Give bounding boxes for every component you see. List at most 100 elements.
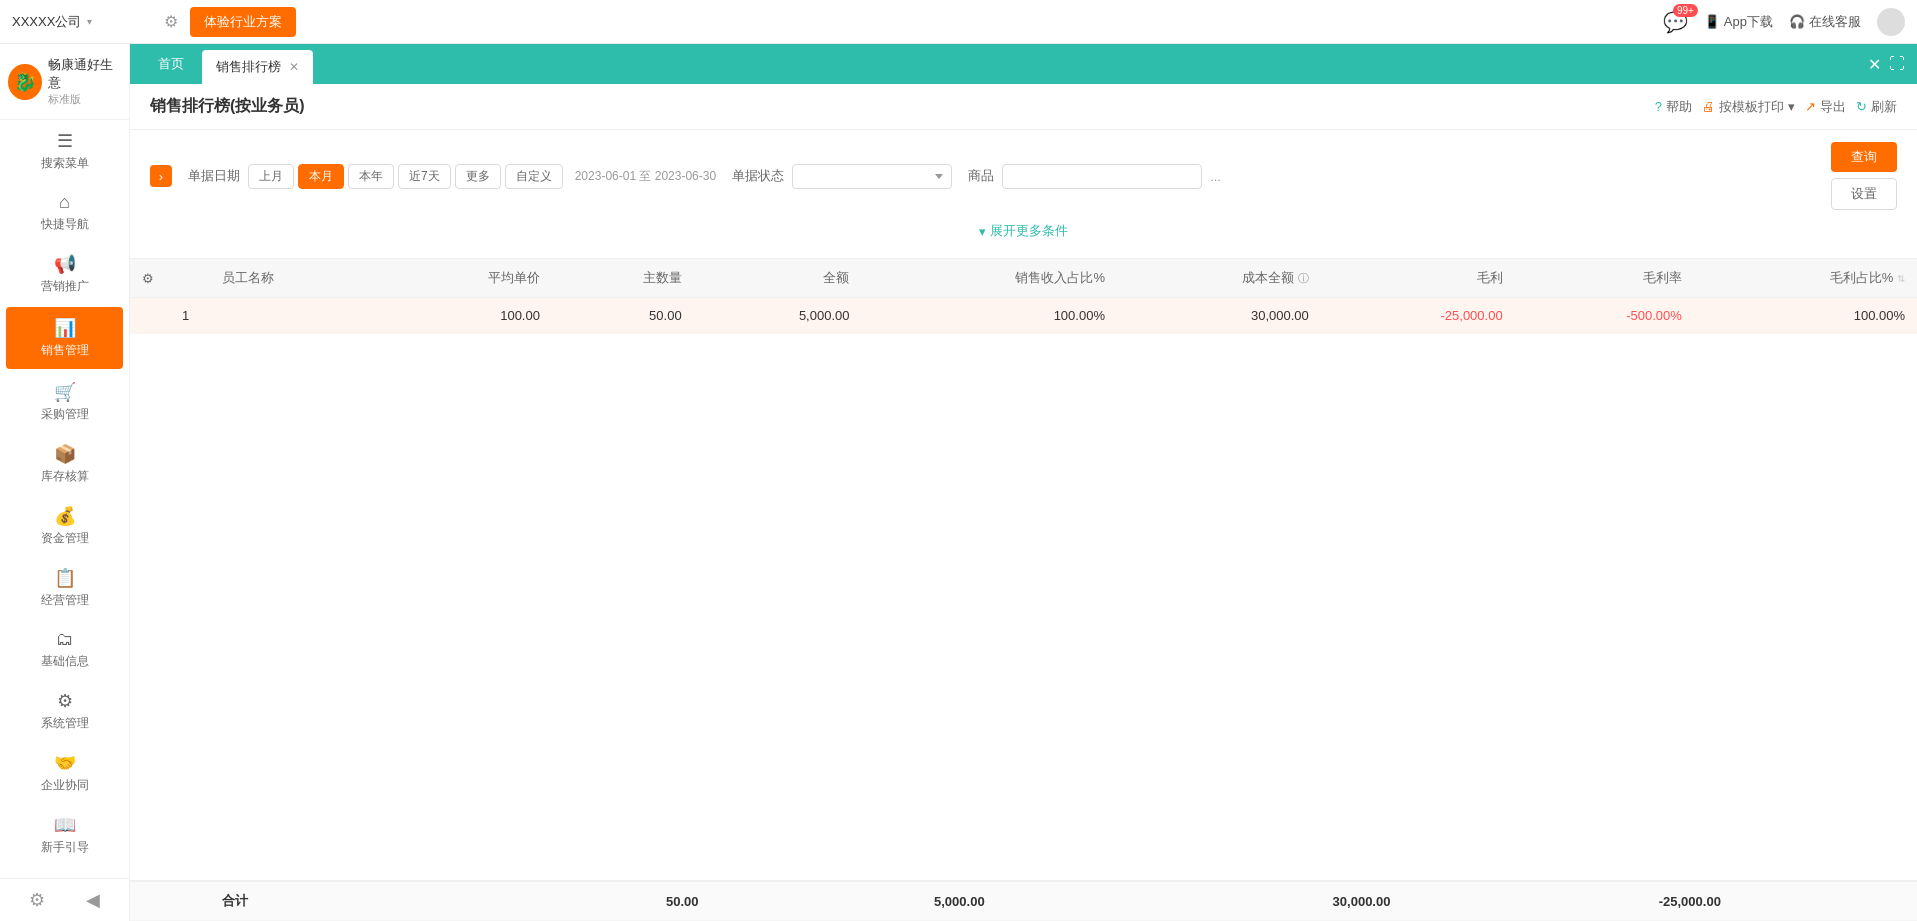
status-label: 单据状态 — [732, 167, 784, 185]
message-icon[interactable]: 💬 99+ — [1663, 10, 1688, 34]
sidebar-item-label: 系统管理 — [41, 715, 89, 732]
home-icon: ⌂ — [59, 192, 70, 213]
status-select[interactable] — [792, 164, 952, 189]
phone-icon: 📱 — [1704, 14, 1720, 29]
sidebar-item-system[interactable]: ⚙ 系统管理 — [0, 680, 129, 742]
close-all-icon[interactable]: ✕ — [1868, 55, 1881, 74]
date-this-year[interactable]: 本年 — [348, 164, 394, 189]
tab-sales-ranking-label: 销售排行榜 — [216, 58, 281, 76]
export-icon: ↗ — [1805, 99, 1816, 114]
trial-button[interactable]: 体验行业方案 — [190, 7, 296, 37]
cell-cost-amount: 30,000.00 — [1117, 298, 1321, 334]
refresh-label: 刷新 — [1871, 98, 1897, 116]
filter-status-item: 单据状态 — [732, 164, 952, 189]
company-selector[interactable]: XXXXX公司 ▾ — [12, 13, 152, 31]
sidebar-item-collab[interactable]: 🤝 企业协同 — [0, 742, 129, 804]
help-button[interactable]: ? 帮助 — [1655, 98, 1692, 116]
sidebar-item-sales[interactable]: 📊 销售管理 — [6, 307, 123, 369]
sidebar-item-purchase[interactable]: 🛒 采购管理 — [0, 371, 129, 433]
sidebar-item-label: 采购管理 — [41, 406, 89, 423]
headset-icon: 🎧 — [1789, 14, 1805, 29]
settings-button[interactable]: 设置 — [1831, 178, 1897, 210]
sidebar-item-label: 企业协同 — [41, 777, 89, 794]
cell-name — [210, 298, 381, 334]
app-download-label: App下载 — [1724, 13, 1773, 31]
expand-down-icon: ▾ — [979, 224, 986, 239]
sidebar-item-label: 资金管理 — [41, 530, 89, 547]
tab-sales-ranking[interactable]: 销售排行榜 ✕ — [202, 50, 313, 84]
date-more[interactable]: 更多 — [455, 164, 501, 189]
table-body: 1 100.00 50.00 5,000.00 100.00% 30,000.0… — [130, 298, 1917, 334]
tab-home[interactable]: 首页 — [142, 44, 200, 84]
query-button[interactable]: 查询 — [1831, 142, 1897, 172]
footer-cell-label: 合计 — [210, 882, 402, 921]
company-name: XXXXX公司 — [12, 13, 81, 31]
cell-rank: 1 — [170, 298, 210, 334]
gear-icon[interactable]: ⚙ — [164, 12, 178, 31]
sidebar-item-appstore[interactable]: 🖥 应用中心 — [0, 866, 129, 878]
goods-input[interactable] — [1002, 164, 1202, 189]
content-area: 首页 销售排行榜 ✕ ✕ ⛶ 销售排行榜(按业务员) ? 帮助 — [130, 44, 1917, 921]
sidebar-item-operations[interactable]: 📋 经营管理 — [0, 557, 129, 619]
cell-profit: -25,000.00 — [1321, 298, 1515, 334]
inventory-icon: 📦 — [54, 443, 76, 465]
expand-more-row: ▾ 展开更多条件 — [150, 210, 1897, 246]
date-range: 2023-06-01 至 2023-06-30 — [575, 168, 716, 185]
export-label: 导出 — [1820, 98, 1846, 116]
col-settings[interactable]: ⚙ — [130, 259, 170, 298]
online-service[interactable]: 🎧 在线客服 — [1789, 13, 1861, 31]
sidebar-item-label: 库存核算 — [41, 468, 89, 485]
sidebar-item-quicknav[interactable]: ⌂ 快捷导航 — [0, 182, 129, 243]
filter-actions: 查询 设置 — [1831, 142, 1897, 210]
help-icon: ? — [1655, 99, 1662, 114]
sidebar-item-label: 营销推广 — [41, 278, 89, 295]
sidebar-nav: ☰ 搜索菜单 ⌂ 快捷导航 📢 营销推广 📊 销售管理 🛒 采购管理 📦 库 — [0, 120, 129, 878]
date-custom[interactable]: 自定义 — [505, 164, 563, 189]
date-label: 单据日期 — [188, 167, 240, 185]
sidebar-item-basics[interactable]: 🗂 基础信息 — [0, 619, 129, 680]
date-7days[interactable]: 近7天 — [398, 164, 451, 189]
col-qty: 主数量 — [552, 259, 694, 298]
cell-amount: 5,000.00 — [694, 298, 862, 334]
cell-profit-rate: -500.00% — [1515, 298, 1694, 334]
sidebar-logo: 🐉 畅康通好生意 标准版 — [0, 44, 129, 120]
app-download[interactable]: 📱 App下载 — [1704, 13, 1773, 31]
footer-row: 合计 50.00 5,000.00 30,000.00 -25,000.00 — [130, 882, 1917, 921]
date-current-month[interactable]: 本月 — [298, 164, 344, 189]
operations-icon: 📋 — [54, 567, 76, 589]
page-content: 销售排行榜(按业务员) ? 帮助 🖨 按模板打印 ▾ ↗ 导出 — [130, 84, 1917, 921]
sidebar-item-inventory[interactable]: 📦 库存核算 — [0, 433, 129, 495]
print-icon: 🖨 — [1702, 99, 1715, 114]
cell-qty: 50.00 — [552, 298, 694, 334]
purchase-icon: 🛒 — [54, 381, 76, 403]
main-layout: 🐉 畅康通好生意 标准版 ☰ 搜索菜单 ⌂ 快捷导航 📢 营销推广 📊 销售管理 — [0, 44, 1917, 921]
sidebar-item-marketing[interactable]: 📢 营销推广 — [0, 243, 129, 305]
profit-pct-sort-icon[interactable]: ⇅ — [1897, 273, 1905, 284]
collapse-icon[interactable]: ◀ — [86, 889, 100, 911]
cell-profit-pct: 100.00% — [1694, 298, 1917, 334]
sidebar-item-guide[interactable]: 📖 新手引导 — [0, 804, 129, 866]
refresh-button[interactable]: ↻ 刷新 — [1856, 98, 1897, 116]
footer-table: 合计 50.00 5,000.00 30,000.00 -25,000.00 — [130, 882, 1917, 921]
date-prev-month[interactable]: 上月 — [248, 164, 294, 189]
logo-line1: 畅康通好生意 — [48, 56, 121, 92]
sidebar-item-finance[interactable]: 💰 资金管理 — [0, 495, 129, 557]
print-button[interactable]: 🖨 按模板打印 ▾ — [1702, 98, 1795, 116]
filter-expand-icon[interactable]: › — [150, 165, 172, 187]
expand-more-button[interactable]: ▾ 展开更多条件 — [979, 216, 1068, 246]
user-avatar[interactable] — [1877, 8, 1905, 36]
expand-more-label: 展开更多条件 — [990, 222, 1068, 240]
print-label: 按模板打印 — [1719, 98, 1784, 116]
settings-footer-icon[interactable]: ⚙ — [29, 889, 45, 911]
cost-info-icon[interactable]: ⓘ — [1298, 272, 1309, 284]
goods-dots[interactable]: ... — [1210, 169, 1221, 184]
date-buttons: 上月 本月 本年 近7天 更多 自定义 — [248, 164, 563, 189]
logo-text: 畅康通好生意 标准版 — [48, 56, 121, 107]
fullscreen-icon[interactable]: ⛶ — [1889, 55, 1905, 74]
footer-cell-profit-pct — [1825, 882, 1917, 921]
sidebar-item-label: 基础信息 — [41, 653, 89, 670]
sidebar-item-search[interactable]: ☰ 搜索菜单 — [0, 120, 129, 182]
export-button[interactable]: ↗ 导出 — [1805, 98, 1846, 116]
footer-cell-cost-amount: 30,000.00 — [1089, 882, 1403, 921]
close-icon[interactable]: ✕ — [289, 60, 299, 74]
